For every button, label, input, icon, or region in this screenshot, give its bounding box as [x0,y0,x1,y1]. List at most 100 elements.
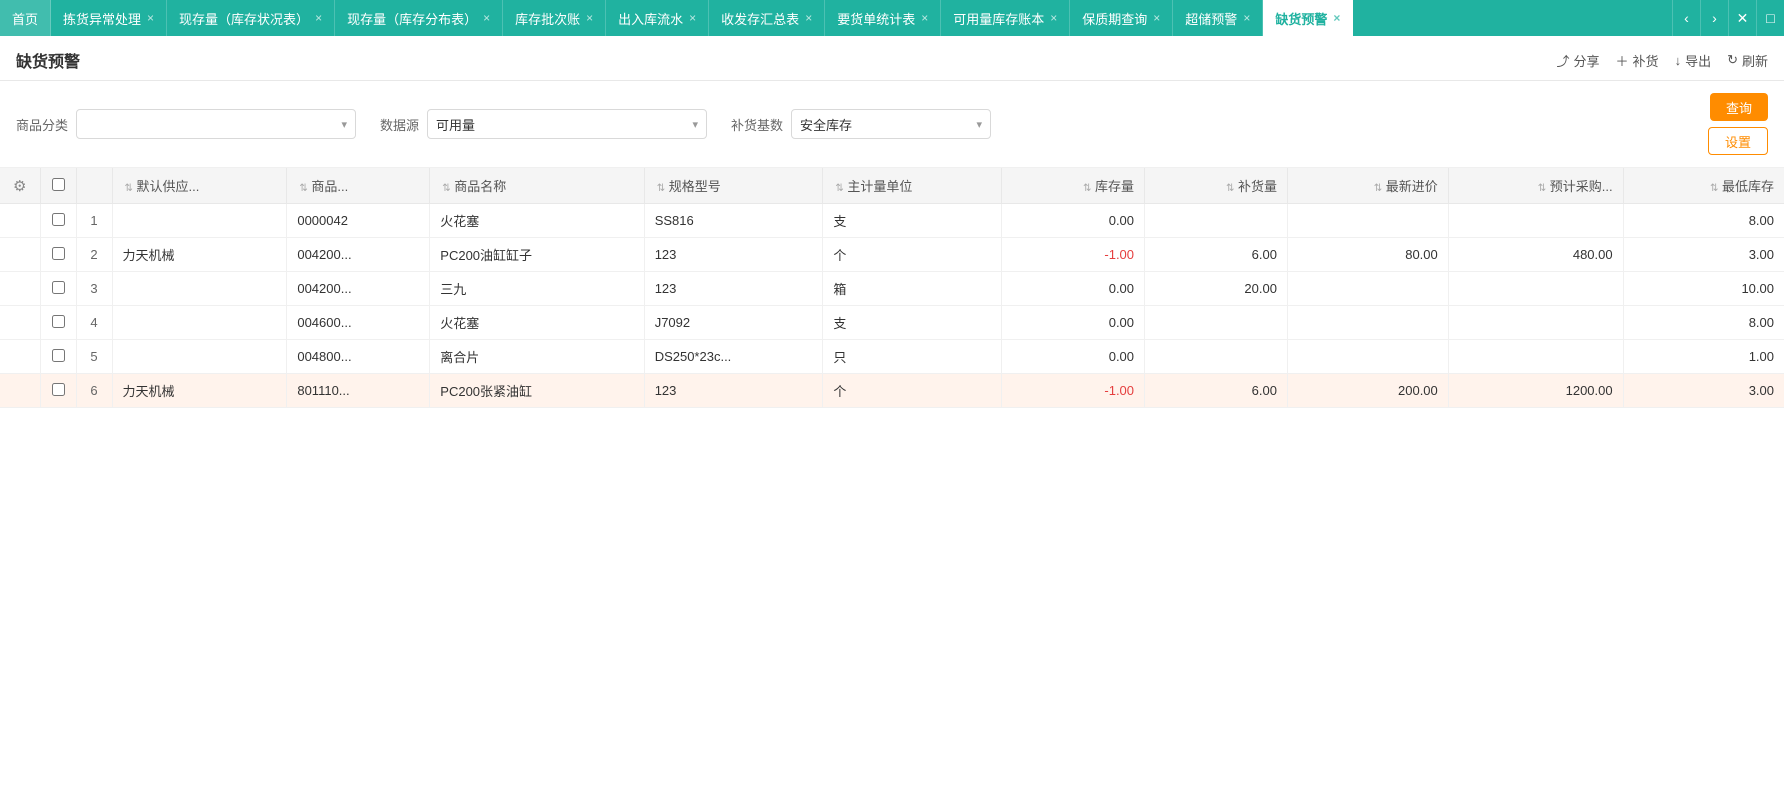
col-unit[interactable]: ⇅ 主计量单位 [823,168,1002,204]
col-est-purchase[interactable]: ⇅ 预计采购... [1448,168,1623,204]
category-filter-group: 商品分类 ▾ [16,109,356,139]
row-min-stock-2: 10.00 [1623,272,1784,306]
tab-recv-summary[interactable]: 收发存汇总表 × [709,0,825,36]
row-est-purchase-3 [1448,306,1623,340]
tab-close-inventory-status[interactable]: × [315,11,322,25]
row-check-5[interactable] [52,383,65,396]
row-checkbox-0[interactable] [40,204,76,238]
tab-demand-stat[interactable]: 要货单统计表 × [825,0,941,36]
row-product-code-5: 801110... [287,374,430,408]
tab-overstock[interactable]: 超储预警× [1173,0,1263,36]
tab-close-shortage[interactable]: × [1333,11,1340,25]
tab-label-home: 首页 [12,9,38,28]
row-min-stock-4: 1.00 [1623,340,1784,374]
replenish-action[interactable]: ＋ 补货 [1616,51,1659,70]
settings-button[interactable]: 设置 [1708,127,1768,155]
table-header-row: ⚙ ⇅ 默认供应... ⇅ 商品... ⇅ [0,168,1784,204]
row-checkbox-5[interactable] [40,374,76,408]
tab-label-inventory-status: 现存量（库存状况表） [179,9,309,28]
tab-shortage[interactable]: 缺货预警 × [1263,0,1353,36]
row-gear-1 [0,238,40,272]
table-row: 3 004200... 三九 123 箱 0.00 20.00 10.00 [0,272,1784,306]
col-spec[interactable]: ⇅ 规格型号 [644,168,823,204]
tab-label-demand-stat: 要货单统计表 [837,9,915,28]
tab-label-recv-summary: 收发存汇总表 [721,9,799,28]
tab-close-expiry[interactable]: × [1153,11,1160,25]
tab-close-inout-flow[interactable]: × [689,11,696,25]
row-min-stock-1: 3.00 [1623,238,1784,272]
table-row: 4 004600... 火花塞 J7092 支 0.00 8.00 [0,306,1784,340]
tab-abnormal[interactable]: 拣货异常处理× [51,0,167,36]
row-replenish-0 [1145,204,1288,238]
select-all-checkbox[interactable] [52,178,65,191]
row-checkbox-3[interactable] [40,306,76,340]
row-stock-0: 0.00 [1002,204,1145,238]
tab-expiry[interactable]: 保质期查询× [1070,0,1173,36]
tab-close-recv-summary[interactable]: × [805,11,812,25]
refresh-action[interactable]: ↻ 刷新 [1727,51,1768,70]
replenish-base-select[interactable]: 安全库存 ▾ [791,109,991,139]
col-stock[interactable]: ⇅ 库存量 [1002,168,1145,204]
export-action[interactable]: ↓ 导出 [1675,51,1712,70]
col-product-name[interactable]: ⇅ 商品名称 [430,168,644,204]
tab-label-shortage: 缺货预警 [1275,9,1327,28]
row-unit-1: 个 [823,238,1002,272]
row-replenish-4 [1145,340,1288,374]
row-gear-3 [0,306,40,340]
col-replenish[interactable]: ⇅ 补货量 [1145,168,1288,204]
row-min-stock-5: 3.00 [1623,374,1784,408]
tab-home[interactable]: 首页 [0,0,51,36]
row-supplier-5: 力天机械 [112,374,287,408]
row-checkbox-4[interactable] [40,340,76,374]
col-product-code[interactable]: ⇅ 商品... [287,168,430,204]
tab-avail-ledger[interactable]: 可用量库存账本× [941,0,1070,36]
replenish-icon: ＋ [1616,51,1629,70]
tab-close-inventory-dist[interactable]: × [483,11,490,25]
refresh-icon: ↻ [1727,52,1738,68]
sort-icon-min-stock: ⇅ [1710,183,1718,194]
col-min-stock[interactable]: ⇅ 最低库存 [1623,168,1784,204]
row-product-name-5: PC200张紧油缸 [430,374,644,408]
tab-close-abnormal[interactable]: × [147,11,154,25]
col-gear[interactable]: ⚙ [0,168,40,204]
row-replenish-3 [1145,306,1288,340]
tab-close-avail-ledger[interactable]: × [1050,11,1057,25]
sort-icon-unit: ⇅ [835,183,843,194]
page-title: 缺货预警 [16,48,80,72]
tab-inventory-dist[interactable]: 现存量（库存分布表）× [335,0,503,36]
tab-scroll-next[interactable]: › [1700,0,1728,36]
maximize-btn[interactable]: □ [1756,0,1784,36]
row-stock-3: 0.00 [1002,306,1145,340]
tab-close-batch-account[interactable]: × [586,11,593,25]
row-check-3[interactable] [52,315,65,328]
query-button[interactable]: 查询 [1710,93,1768,121]
tab-scroll-prev[interactable]: ‹ [1672,0,1700,36]
row-check-4[interactable] [52,349,65,362]
row-check-1[interactable] [52,247,65,260]
tab-inout-flow[interactable]: 出入库流水 × [606,0,709,36]
tab-close-demand-stat[interactable]: × [921,11,928,25]
row-checkbox-1[interactable] [40,238,76,272]
row-check-0[interactable] [52,213,65,226]
category-select[interactable]: ▾ [76,109,356,139]
tab-inventory-status[interactable]: 现存量（库存状况表） × [167,0,335,36]
row-unit-0: 支 [823,204,1002,238]
tab-close-overstock[interactable]: × [1243,11,1250,25]
sort-icon-est: ⇅ [1538,183,1546,194]
row-unit-5: 个 [823,374,1002,408]
share-action[interactable]: ⤴ 分享 [1557,51,1600,70]
row-check-2[interactable] [52,281,65,294]
row-product-name-4: 离合片 [430,340,644,374]
col-supplier[interactable]: ⇅ 默认供应... [112,168,287,204]
table-row: 1 0000042 火花塞 SS816 支 0.00 8.00 [0,204,1784,238]
tab-batch-account[interactable]: 库存批次账× [503,0,606,36]
row-seq-3: 4 [76,306,112,340]
datasource-select[interactable]: 可用量 ▾ [427,109,707,139]
row-product-name-3: 火花塞 [430,306,644,340]
tab-label-inout-flow: 出入库流水 [618,9,683,28]
row-checkbox-2[interactable] [40,272,76,306]
table-row: 5 004800... 离合片 DS250*23c... 只 0.00 1.00 [0,340,1784,374]
close-window-btn[interactable]: ✕ [1728,0,1756,36]
settings-col-icon[interactable]: ⚙ [13,178,26,195]
col-latest-price[interactable]: ⇅ 最新进价 [1287,168,1448,204]
